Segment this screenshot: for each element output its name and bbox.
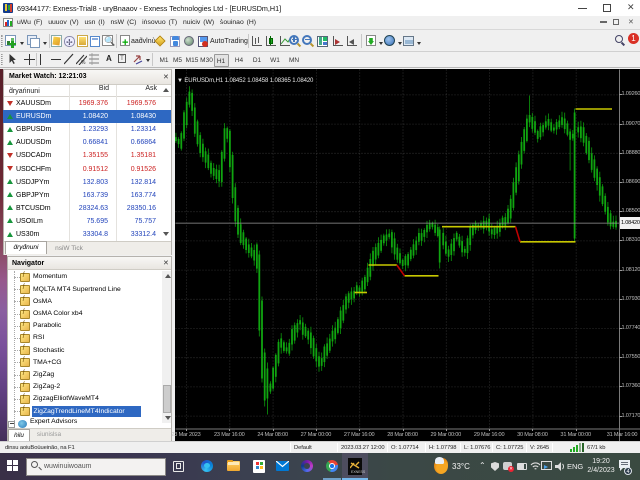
svg-text:%: % xyxy=(81,60,86,65)
